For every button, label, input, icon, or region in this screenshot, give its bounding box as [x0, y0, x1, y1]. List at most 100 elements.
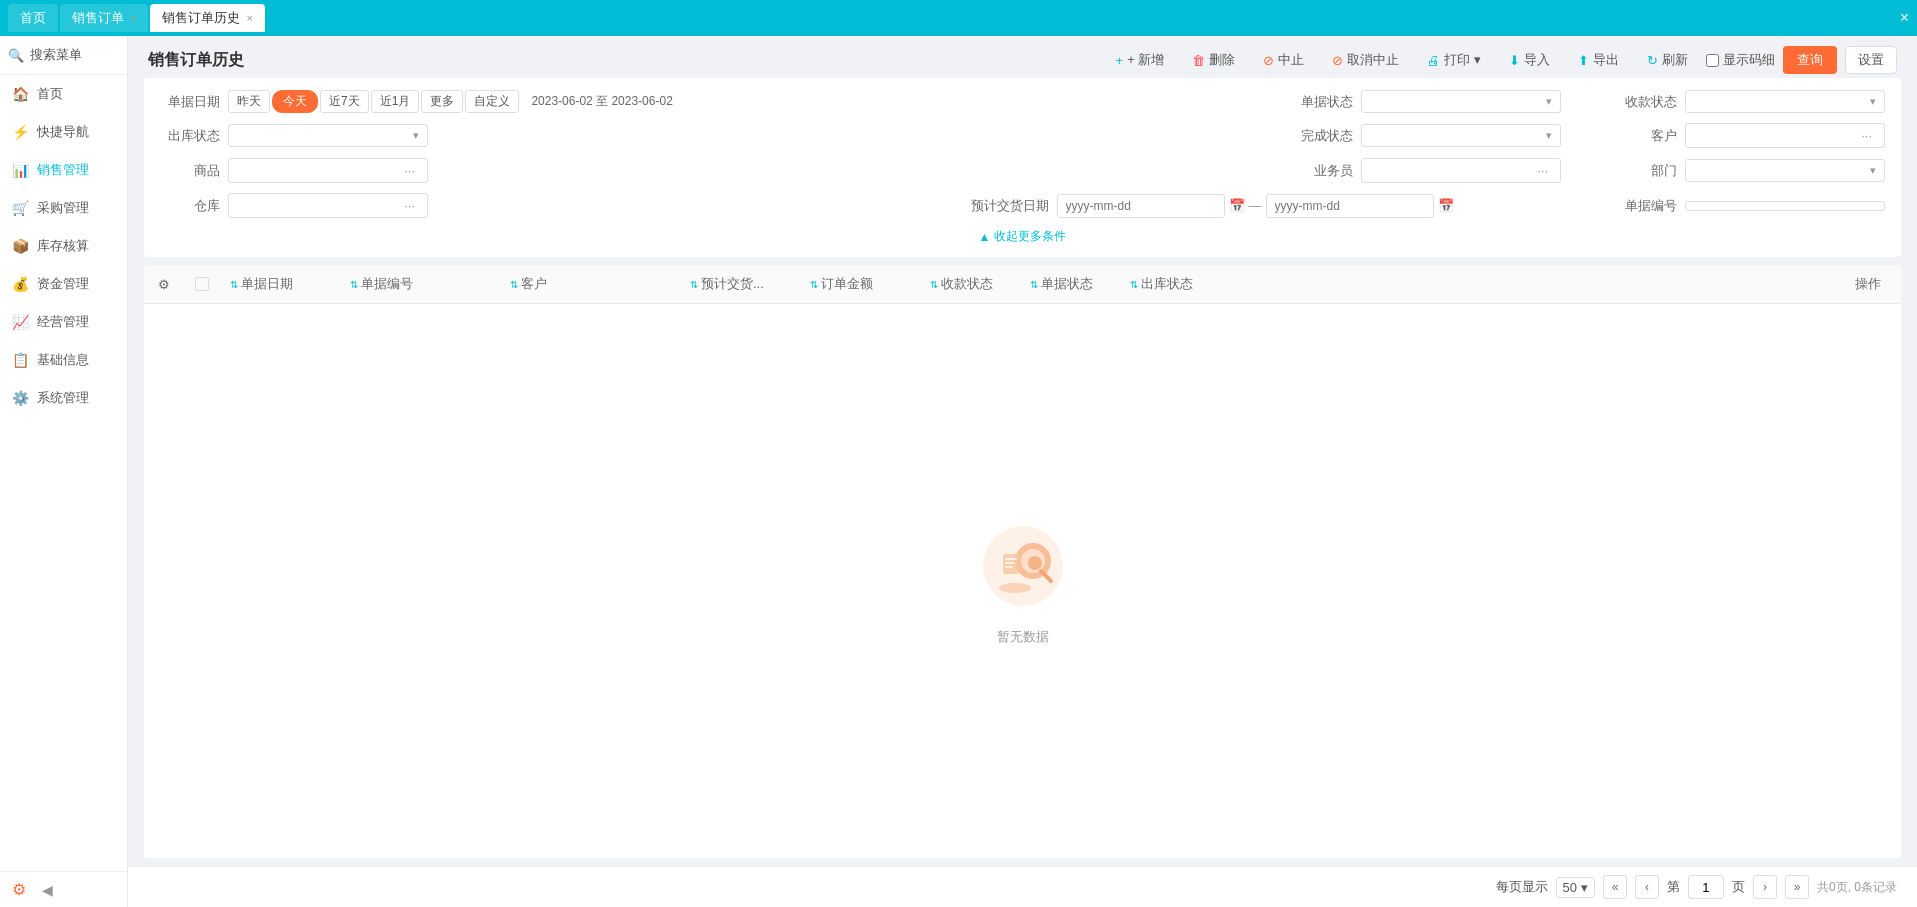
customer-dots-icon[interactable]: ··· [1857, 128, 1876, 143]
order-status-arrow-icon: ▾ [1546, 95, 1552, 108]
order-number-label: 单据编号 [1617, 197, 1677, 215]
th-delivery-sort-icon: ⇅ [690, 279, 698, 290]
department-label: 部门 [1617, 162, 1677, 180]
empty-text: 暂无数据 [997, 628, 1049, 646]
date-range-text: 2023-06-02 至 2023-06-02 [531, 93, 672, 110]
calendar-from-icon[interactable]: 📅 [1229, 198, 1245, 213]
complete-status-select[interactable]: ▾ [1361, 124, 1561, 147]
table-select-all-checkbox[interactable] [195, 277, 209, 291]
order-number-input[interactable] [1685, 201, 1885, 211]
payment-status-select[interactable]: ▾ [1685, 90, 1885, 113]
sales-icon: 📊 [12, 162, 29, 178]
th-amount-sort-icon: ⇅ [810, 279, 818, 290]
sidebar-item-system[interactable]: ⚙️ 系统管理 [0, 379, 127, 417]
warehouse-select[interactable]: ··· [228, 193, 428, 218]
date-btn-more[interactable]: 更多 [421, 90, 463, 113]
th-order-status[interactable]: ⇅ 单据状态 [1020, 275, 1120, 293]
date-separator: — [1249, 198, 1262, 213]
search-icon: 🔍 [8, 48, 24, 63]
tab-sales-order[interactable]: 销售订单 × [60, 4, 148, 32]
date-btn-yesterday[interactable]: 昨天 [228, 90, 270, 113]
display-cols-toggle[interactable]: 显示码细 [1706, 51, 1775, 69]
page-label-prefix: 第 [1667, 878, 1680, 896]
quick-nav-icon: ⚡ [12, 124, 29, 140]
warehouse-dots-icon[interactable]: ··· [400, 198, 419, 213]
date-btn-custom[interactable]: 自定义 [465, 90, 519, 113]
date-btn-7days[interactable]: 近7天 [320, 90, 369, 113]
th-number[interactable]: ⇅ 单据编号 [340, 275, 500, 293]
print-button[interactable]: 🖨 打印 ▾ [1417, 47, 1491, 73]
salesperson-select[interactable]: ··· [1361, 158, 1561, 183]
page-label-suffix: 页 [1732, 878, 1745, 896]
customer-select[interactable]: ··· [1685, 123, 1885, 148]
product-select[interactable]: ··· [228, 158, 428, 183]
th-ship-status[interactable]: ⇅ 出库状态 [1120, 275, 1220, 293]
calendar-to-icon[interactable]: 📅 [1438, 198, 1454, 213]
print-icon: 🖨 [1427, 53, 1440, 68]
current-page-input[interactable] [1688, 875, 1724, 899]
date-btn-today[interactable]: 今天 [272, 90, 318, 113]
sidebar-collapse-icon[interactable]: ◀ [42, 882, 53, 898]
query-button[interactable]: 查询 [1783, 46, 1837, 74]
sidebar-item-inventory[interactable]: 📦 库存核算 [0, 227, 127, 265]
th-settings[interactable]: ⚙ [144, 275, 184, 293]
tab-sales-order-history-close[interactable]: × [246, 12, 252, 24]
sidebar-item-home[interactable]: 🏠 首页 [0, 75, 127, 113]
sidebar-settings-icon[interactable]: ⚙ [12, 880, 26, 899]
delete-button[interactable]: 🗑 删除 [1182, 47, 1245, 73]
stop-button[interactable]: ⊘ 中止 [1253, 47, 1314, 73]
tab-sales-order-history[interactable]: 销售订单历史 × [150, 4, 264, 32]
th-check[interactable] [184, 275, 220, 293]
th-customer[interactable]: ⇅ 客户 [500, 275, 680, 293]
per-page-select[interactable]: 50 ▾ [1556, 877, 1595, 898]
tab-home[interactable]: 首页 [8, 4, 58, 32]
first-page-button[interactable]: « [1603, 875, 1627, 899]
ship-status-select[interactable]: ▾ [228, 124, 428, 147]
tab-sales-order-history-label: 销售订单历史 [162, 9, 240, 27]
settings-button[interactable]: 设置 [1845, 46, 1897, 74]
tab-sales-order-close[interactable]: × [130, 12, 136, 24]
last-page-button[interactable]: » [1785, 875, 1809, 899]
product-dots-icon[interactable]: ··· [400, 163, 419, 178]
new-button[interactable]: + + 新增 [1106, 47, 1175, 73]
department-arrow-icon: ▾ [1870, 164, 1876, 177]
purchase-icon: 🛒 [12, 200, 29, 216]
th-pay-status[interactable]: ⇅ 收款状态 [920, 275, 1020, 293]
pagination: 每页显示 50 ▾ « ‹ 第 页 › » 共0页, 0条记录 [128, 866, 1917, 907]
order-status-select[interactable]: ▾ [1361, 90, 1561, 113]
sidebar-item-purchase[interactable]: 🛒 采购管理 [0, 189, 127, 227]
salesperson-dots-icon[interactable]: ··· [1533, 163, 1552, 178]
th-delivery[interactable]: ⇅ 预计交货... [680, 275, 800, 293]
delivery-date-from-input[interactable] [1057, 194, 1225, 218]
refresh-button[interactable]: ↻ 刷新 [1637, 47, 1698, 73]
delivery-date-group: 📅 — 📅 [1057, 194, 1582, 218]
delivery-date-to-input[interactable] [1266, 194, 1434, 218]
payment-status-label: 收款状态 [1617, 93, 1677, 111]
th-amount[interactable]: ⇅ 订单金额 [800, 275, 920, 293]
finance-icon: 💰 [12, 276, 29, 292]
sidebar-item-quick-nav[interactable]: ⚡ 快捷导航 [0, 113, 127, 151]
th-date[interactable]: ⇅ 单据日期 [220, 275, 340, 293]
department-select[interactable]: ▾ [1685, 159, 1885, 182]
display-cols-checkbox[interactable] [1706, 54, 1719, 67]
import-button[interactable]: ⬇ 导入 [1499, 47, 1560, 73]
sidebar-search[interactable]: 🔍 搜索菜单 [0, 36, 127, 75]
sidebar-item-basic-info-label: 基础信息 [37, 351, 89, 369]
collapse-filter-link[interactable]: ▲ 收起更多条件 [160, 228, 1885, 245]
prev-page-button[interactable]: ‹ [1635, 875, 1659, 899]
sidebar-item-operations[interactable]: 📈 经营管理 [0, 303, 127, 341]
sidebar-item-finance[interactable]: 💰 资金管理 [0, 265, 127, 303]
warehouse-label: 仓库 [160, 197, 220, 215]
total-info: 共0页, 0条记录 [1817, 879, 1897, 896]
sidebar-item-home-label: 首页 [37, 85, 63, 103]
table-settings-icon[interactable]: ⚙ [158, 277, 170, 292]
close-window-icon[interactable]: × [1900, 9, 1909, 27]
sidebar-item-basic-info[interactable]: 📋 基础信息 [0, 341, 127, 379]
export-button[interactable]: ⬆ 导出 [1568, 47, 1629, 73]
filter-row-3: 商品 ··· 业务员 ··· 部门 ▾ [160, 158, 1885, 183]
th-delivery-label: 预计交货... [701, 275, 764, 293]
cancel-stop-button[interactable]: ⊘ 取消中止 [1322, 47, 1409, 73]
date-btn-1month[interactable]: 近1月 [371, 90, 420, 113]
sidebar-item-sales[interactable]: 📊 销售管理 [0, 151, 127, 189]
next-page-button[interactable]: › [1753, 875, 1777, 899]
